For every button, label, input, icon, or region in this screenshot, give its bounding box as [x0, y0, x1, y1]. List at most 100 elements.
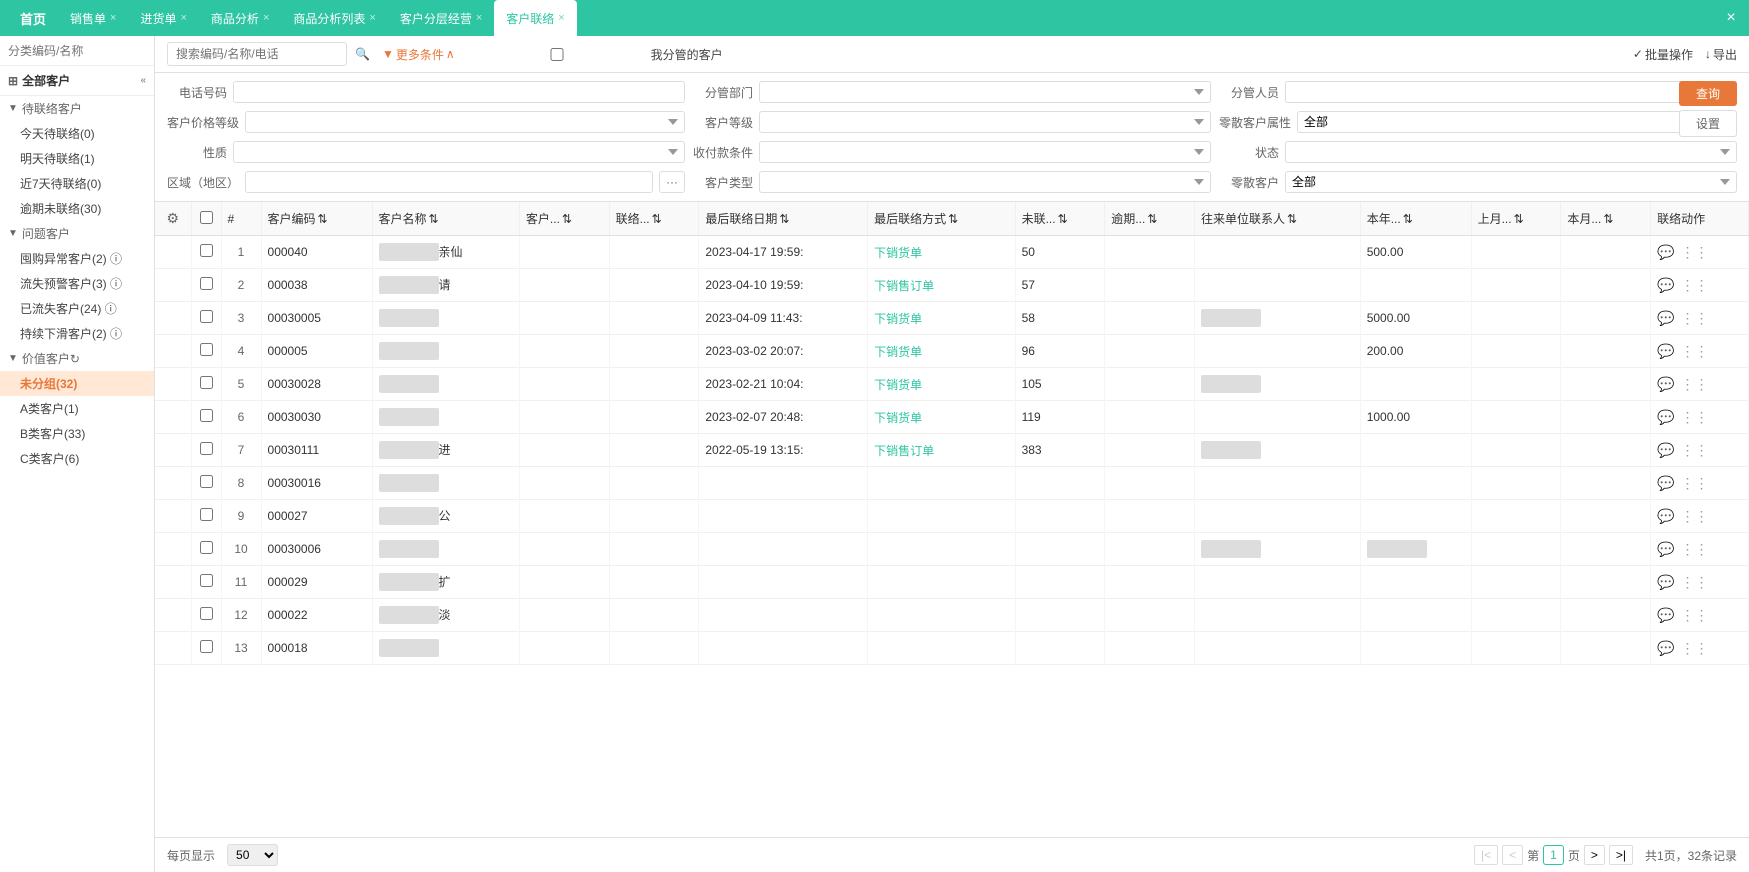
chat-icon[interactable]: 💬	[1657, 343, 1674, 360]
row-checkbox-cell[interactable]	[191, 368, 221, 401]
row-checkbox[interactable]	[200, 607, 213, 620]
more-conditions-button[interactable]: ▼ 更多条件 ∧	[382, 46, 455, 63]
chat-icon[interactable]: 💬	[1657, 376, 1674, 393]
uncontacted-column[interactable]: 未联...⇅	[1015, 202, 1105, 236]
more-action-icon[interactable]: ⋮⋮	[1681, 541, 1709, 558]
last-page-button[interactable]: >|	[1609, 845, 1633, 865]
more-action-icon[interactable]: ⋮⋮	[1681, 640, 1709, 657]
last-contact-method-link[interactable]: 下销货单	[874, 378, 922, 392]
contact-column[interactable]: 联络...⇅	[609, 202, 699, 236]
manager-input[interactable]	[1285, 81, 1705, 103]
reset-button[interactable]: 设置	[1679, 110, 1737, 137]
problem-customers-group[interactable]: ▼ 问题客户	[0, 221, 154, 246]
row-checkbox[interactable]	[200, 508, 213, 521]
tab-sales[interactable]: 销售单 ×	[58, 0, 128, 36]
phone-input[interactable]	[233, 81, 685, 103]
more-action-icon[interactable]: ⋮⋮	[1681, 508, 1709, 525]
sidebar-item-class-c[interactable]: C类客户(6)	[0, 446, 154, 471]
last-contact-method-link[interactable]: 下销售订单	[874, 279, 934, 293]
tab-goods-analysis-list[interactable]: 商品分析列表 ×	[281, 0, 387, 36]
retail-attr-select[interactable]: 全部	[1297, 111, 1737, 133]
row-checkbox-cell[interactable]	[191, 500, 221, 533]
sidebar-item-churn-warning[interactable]: 流失预警客户(3) ⓘ	[0, 271, 154, 296]
row-checkbox-cell[interactable]	[191, 599, 221, 632]
row-checkbox[interactable]	[200, 475, 213, 488]
sidebar-item-unclassified[interactable]: 未分组(32)	[0, 371, 154, 396]
window-close-button[interactable]: ×	[1721, 8, 1741, 28]
sidebar-item-7days-pending[interactable]: 近7天待联络(0)	[0, 171, 154, 196]
query-button[interactable]: 查询	[1679, 81, 1737, 106]
value-customers-group[interactable]: ▼ 价值客户 ↻	[0, 346, 154, 371]
sidebar-item-class-a[interactable]: A类客户(1)	[0, 396, 154, 421]
row-checkbox[interactable]	[200, 409, 213, 422]
gear-column-header[interactable]: ⚙	[155, 202, 191, 236]
sidebar-item-churned[interactable]: 已流失客户(24) ⓘ	[0, 296, 154, 321]
row-checkbox[interactable]	[200, 541, 213, 554]
tab-purchase[interactable]: 进货单 ×	[128, 0, 198, 36]
name-column[interactable]: 客户名称⇅	[372, 202, 519, 236]
collapse-icon[interactable]: «	[140, 75, 146, 86]
sidebar-item-tomorrow-pending[interactable]: 明天待联络(1)	[0, 146, 154, 171]
refresh-icon[interactable]: ↻	[70, 352, 80, 366]
sidebar-item-abnormal[interactable]: 囤购异常客户(2) ⓘ	[0, 246, 154, 271]
price-tier-select[interactable]	[245, 111, 685, 133]
bulk-ops-button[interactable]: ✓ 批量操作	[1633, 46, 1693, 63]
last-contact-method-column[interactable]: 最后联络方式⇅	[868, 202, 1015, 236]
chat-icon[interactable]: 💬	[1657, 442, 1674, 459]
retail-customer-select[interactable]: 全部	[1285, 171, 1737, 193]
row-checkbox[interactable]	[200, 277, 213, 290]
my-customers-checkbox-label[interactable]: 我分管的客户	[467, 46, 723, 63]
last-contact-method-link[interactable]: 下销货单	[874, 345, 922, 359]
last-contact-method-link[interactable]: 下销货单	[874, 246, 922, 260]
chat-icon[interactable]: 💬	[1657, 475, 1674, 492]
tab-customer-contact[interactable]: 客户联络 ×	[494, 0, 576, 36]
more-action-icon[interactable]: ⋮⋮	[1681, 310, 1709, 327]
this-month-column[interactable]: 本月...⇅	[1561, 202, 1651, 236]
row-checkbox-cell[interactable]	[191, 467, 221, 500]
row-checkbox[interactable]	[200, 343, 213, 356]
row-checkbox-cell[interactable]	[191, 434, 221, 467]
row-checkbox-cell[interactable]	[191, 302, 221, 335]
dept-select[interactable]	[759, 81, 1211, 103]
region-input[interactable]	[245, 171, 653, 193]
nature-select[interactable]	[233, 141, 685, 163]
last-contact-method-link[interactable]: 下销售订单	[874, 444, 934, 458]
more-action-icon[interactable]: ⋮⋮	[1681, 475, 1709, 492]
export-button[interactable]: ↓ 导出	[1705, 46, 1737, 63]
per-page-select[interactable]: 50 100 200	[227, 844, 278, 866]
close-purchase-tab[interactable]: ×	[180, 12, 186, 24]
row-checkbox-cell[interactable]	[191, 269, 221, 302]
row-checkbox[interactable]	[200, 244, 213, 257]
more-action-icon[interactable]: ⋮⋮	[1681, 244, 1709, 261]
row-checkbox-cell[interactable]	[191, 632, 221, 665]
more-action-icon[interactable]: ⋮⋮	[1681, 607, 1709, 624]
chat-icon[interactable]: 💬	[1657, 508, 1674, 525]
chat-icon[interactable]: 💬	[1657, 310, 1674, 327]
select-all-checkbox[interactable]	[200, 211, 213, 224]
row-checkbox[interactable]	[200, 574, 213, 587]
sidebar-item-class-b[interactable]: B类客户(33)	[0, 421, 154, 446]
next-page-button[interactable]: >	[1584, 845, 1605, 865]
status-select[interactable]	[1285, 141, 1737, 163]
more-action-icon[interactable]: ⋮⋮	[1681, 376, 1709, 393]
chat-icon[interactable]: 💬	[1657, 640, 1674, 657]
sidebar-item-overdue-pending[interactable]: 逾期未联络(30)	[0, 196, 154, 221]
chat-icon[interactable]: 💬	[1657, 244, 1674, 261]
chat-icon[interactable]: 💬	[1657, 409, 1674, 426]
more-action-icon[interactable]: ⋮⋮	[1681, 343, 1709, 360]
code-column[interactable]: 客户编码⇅	[261, 202, 372, 236]
current-page[interactable]: 1	[1543, 845, 1564, 865]
type-column[interactable]: 客户...⇅	[519, 202, 609, 236]
row-checkbox[interactable]	[200, 376, 213, 389]
row-checkbox-cell[interactable]	[191, 533, 221, 566]
close-goods-analysis-list-tab[interactable]: ×	[369, 12, 375, 24]
customer-type-select[interactable]	[759, 171, 1211, 193]
row-checkbox[interactable]	[200, 442, 213, 455]
last-contact-date-column[interactable]: 最后联络日期⇅	[699, 202, 868, 236]
last-contact-method-link[interactable]: 下销货单	[874, 312, 922, 326]
row-checkbox-cell[interactable]	[191, 566, 221, 599]
sidebar-item-declining[interactable]: 持续下滑客户(2) ⓘ	[0, 321, 154, 346]
payment-select[interactable]	[759, 141, 1211, 163]
close-customer-tier-tab[interactable]: ×	[476, 12, 482, 24]
tab-goods-analysis[interactable]: 商品分析 ×	[199, 0, 281, 36]
